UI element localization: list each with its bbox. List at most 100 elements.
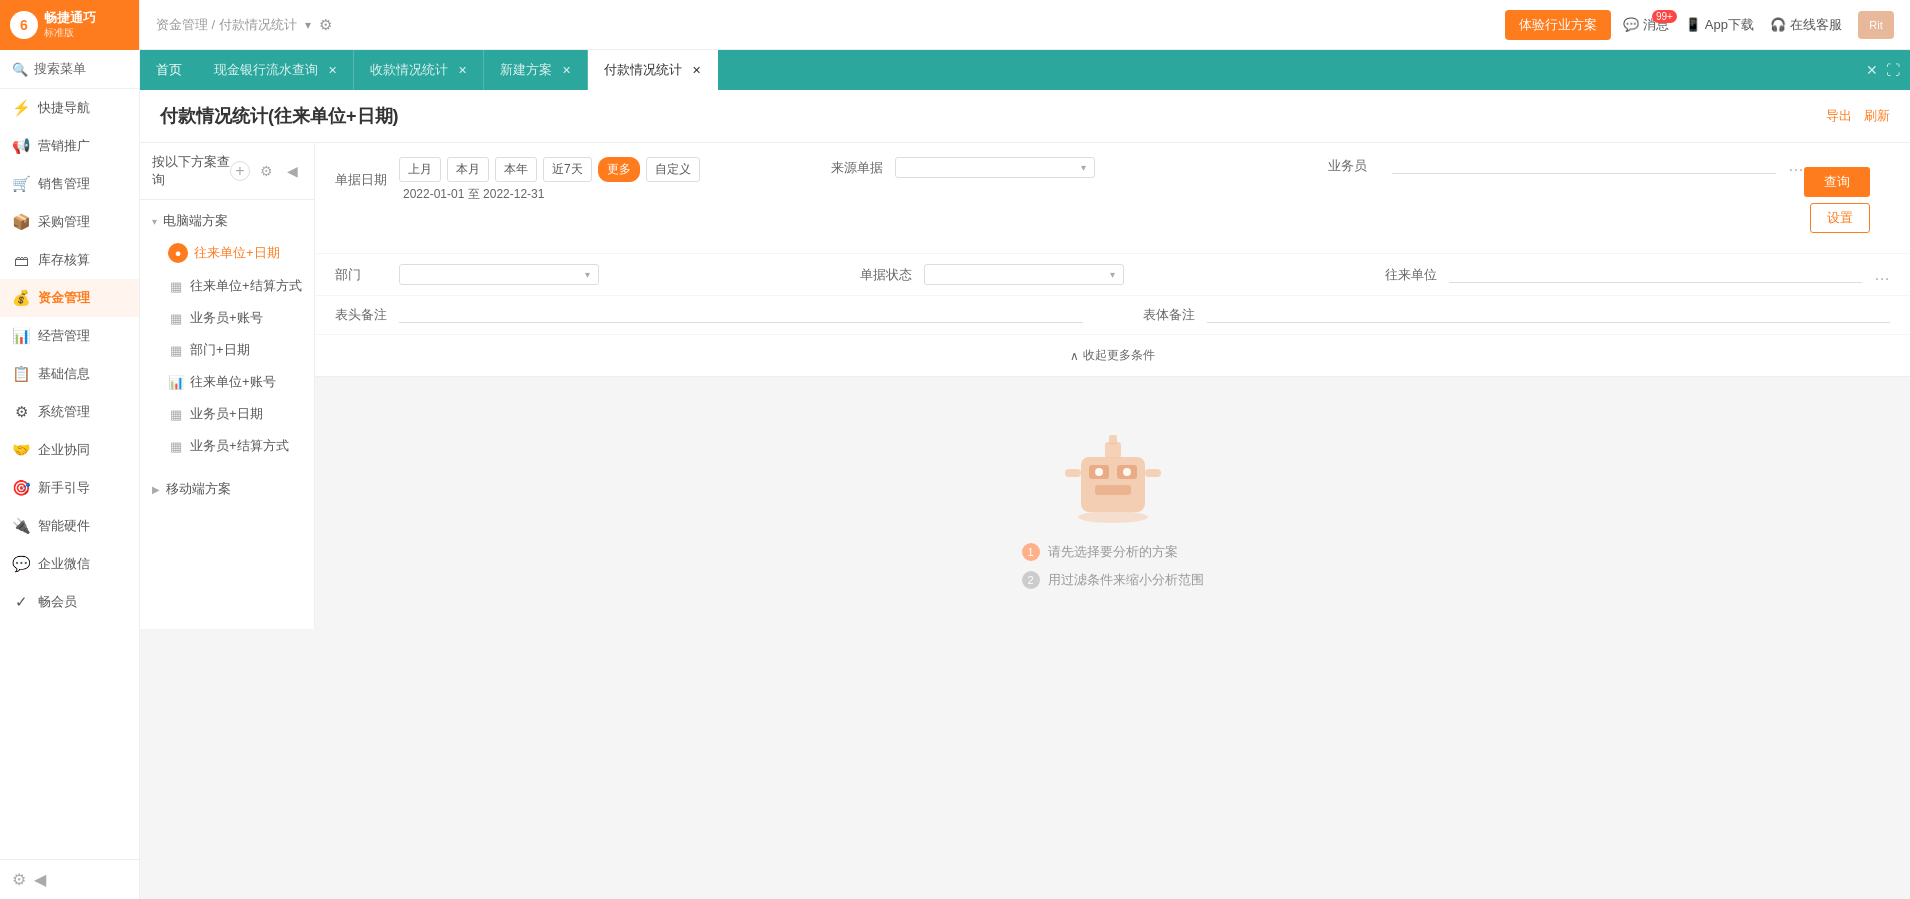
filter-source-select[interactable]: ▾ bbox=[895, 157, 1095, 178]
date-btn-custom[interactable]: 自定义 bbox=[646, 157, 700, 182]
query-btn[interactable]: 查询 bbox=[1804, 167, 1870, 197]
operation-icon: 📊 bbox=[12, 327, 30, 345]
scheme-collapse-icon[interactable]: ◀ bbox=[282, 161, 302, 181]
scheme-table-icon-2: ▦ bbox=[168, 310, 184, 326]
tab-close-bank-flow[interactable]: ✕ bbox=[328, 64, 337, 77]
scheme-desktop-header[interactable]: ▾ 电脑端方案 bbox=[140, 206, 314, 236]
tab-close-receipt-stat[interactable]: ✕ bbox=[458, 64, 467, 77]
scheme-item-partner-date[interactable]: ● 往来单位+日期 bbox=[140, 236, 314, 270]
scheme-panel-actions: + ⚙ ◀ bbox=[230, 161, 302, 181]
sidebar-item-wechat[interactable]: 💬 企业微信 bbox=[0, 545, 139, 583]
filter-body-note-input[interactable] bbox=[1207, 307, 1891, 322]
collab-icon: 🤝 bbox=[12, 441, 30, 459]
topbar-left: 资金管理 / 付款情况统计 ▾ ⚙ bbox=[156, 16, 1493, 34]
topbar-dropdown-icon[interactable]: ▾ bbox=[305, 18, 311, 32]
svg-point-6 bbox=[1123, 468, 1131, 476]
source-dropdown-icon: ▾ bbox=[1081, 162, 1086, 173]
scheme-settings-icon[interactable]: ⚙ bbox=[256, 161, 276, 181]
filter-staff-input[interactable] bbox=[1392, 158, 1776, 173]
settings-footer-icon[interactable]: ⚙ bbox=[12, 870, 26, 889]
topbar-app-download[interactable]: 📱 App下载 bbox=[1685, 16, 1754, 34]
date-btn-this-month[interactable]: 本月 bbox=[447, 157, 489, 182]
sidebar-item-marketing[interactable]: 📢 营销推广 bbox=[0, 127, 139, 165]
date-btn-last-month[interactable]: 上月 bbox=[399, 157, 441, 182]
tab-receipt-stat[interactable]: 收款情况统计 ✕ bbox=[354, 50, 484, 90]
filter-dept-select[interactable]: ▾ bbox=[399, 264, 599, 285]
svg-rect-8 bbox=[1109, 435, 1117, 445]
message-badge: 99+ bbox=[1652, 10, 1677, 23]
filter-doc-status-label: 单据状态 bbox=[860, 266, 916, 284]
scheme-mobile-header[interactable]: ▶ 移动端方案 bbox=[140, 474, 314, 504]
sidebar-item-capital[interactable]: 💰 资金管理 bbox=[0, 279, 139, 317]
filter-body-note-label: 表体备注 bbox=[1143, 306, 1199, 324]
guide-icon: 🎯 bbox=[12, 479, 30, 497]
scheme-table-icon-6: ▦ bbox=[168, 438, 184, 454]
tab-payment-stat[interactable]: 付款情况统计 ✕ bbox=[588, 50, 718, 90]
page-header-actions: 导出 刷新 bbox=[1826, 107, 1890, 125]
partner-ellipsis[interactable]: … bbox=[1874, 266, 1890, 284]
scheme-add-icon[interactable]: + bbox=[230, 161, 250, 181]
filter-area: 单据日期 上月 本月 本年 近7天 更多 自定义 20 bbox=[315, 143, 1910, 335]
tab-close-new-scheme[interactable]: ✕ bbox=[562, 64, 571, 77]
date-btn-this-year[interactable]: 本年 bbox=[495, 157, 537, 182]
tab-expand-icon[interactable]: ⛶ bbox=[1886, 62, 1900, 78]
scheme-item-staff-settle[interactable]: ▦ 业务员+结算方式 bbox=[140, 430, 314, 462]
staff-ellipsis[interactable]: … bbox=[1788, 157, 1804, 175]
filter-row-2: 部门 ▾ 单据状态 ▾ bbox=[315, 254, 1910, 296]
sidebar-item-vip[interactable]: ✓ 畅会员 bbox=[0, 583, 139, 621]
tab-close-all-icon[interactable]: ✕ bbox=[1866, 62, 1878, 78]
sidebar-item-quick-nav[interactable]: ⚡ 快捷导航 bbox=[0, 89, 139, 127]
setting-btn[interactable]: 设置 bbox=[1810, 203, 1870, 233]
filter-partner-label: 往来单位 bbox=[1385, 266, 1441, 284]
sidebar-item-guide[interactable]: 🎯 新手引导 bbox=[0, 469, 139, 507]
scheme-panel: 按以下方案查询 + ⚙ ◀ ▾ 电脑端方案 ● 往来单位+日期 bbox=[140, 143, 315, 629]
scheme-panel-header: 按以下方案查询 + ⚙ ◀ bbox=[140, 143, 314, 200]
scheme-chart-icon: 📊 bbox=[168, 374, 184, 390]
export-btn[interactable]: 导出 bbox=[1826, 107, 1852, 125]
tab-close-payment-stat[interactable]: ✕ bbox=[692, 64, 701, 77]
scheme-item-partner-settle[interactable]: ▦ 往来单位+结算方式 bbox=[140, 270, 314, 302]
search-menu[interactable]: 🔍 搜索菜单 bbox=[0, 50, 139, 89]
topbar-online-service[interactable]: 🎧 在线客服 bbox=[1770, 16, 1842, 34]
sidebar-item-inventory[interactable]: 🗃 库存核算 bbox=[0, 241, 139, 279]
page-title: 付款情况统计(往来单位+日期) bbox=[160, 104, 399, 128]
topbar-gear-icon[interactable]: ⚙ bbox=[319, 16, 332, 34]
sidebar: 6 畅捷通巧 标准版 🔍 搜索菜单 ⚡ 快捷导航 📢 营销推广 🛒 销售管理 📦… bbox=[0, 0, 140, 899]
scheme-item-staff-date[interactable]: ▦ 业务员+日期 bbox=[140, 398, 314, 430]
refresh-btn[interactable]: 刷新 bbox=[1864, 107, 1890, 125]
tab-new-scheme[interactable]: 新建方案 ✕ bbox=[484, 50, 588, 90]
filter-header-note-input[interactable] bbox=[399, 307, 1083, 322]
filter-header-note-col: 表头备注 bbox=[335, 306, 1083, 324]
date-btn-7days[interactable]: 近7天 bbox=[543, 157, 592, 182]
sidebar-item-sales[interactable]: 🛒 销售管理 bbox=[0, 165, 139, 203]
collapse-conditions-btn[interactable]: ∧ 收起更多条件 bbox=[1058, 343, 1167, 368]
scheme-item-dept-date[interactable]: ▦ 部门+日期 bbox=[140, 334, 314, 366]
filter-doc-status-select[interactable]: ▾ bbox=[924, 264, 1124, 285]
trial-btn[interactable]: 体验行业方案 bbox=[1505, 10, 1611, 40]
filter-date-col: 单据日期 上月 本月 本年 近7天 更多 自定义 20 bbox=[335, 157, 811, 203]
filter-partner-input[interactable] bbox=[1449, 267, 1862, 282]
tab-bank-flow[interactable]: 现金银行流水查询 ✕ bbox=[198, 50, 354, 90]
scheme-item-partner-account[interactable]: 📊 往来单位+账号 bbox=[140, 366, 314, 398]
sidebar-item-system[interactable]: ⚙ 系统管理 bbox=[0, 393, 139, 431]
topbar-breadcrumb: 资金管理 / 付款情况统计 bbox=[156, 16, 297, 34]
sidebar-item-operation[interactable]: 📊 经营管理 bbox=[0, 317, 139, 355]
app-subtitle: 标准版 bbox=[44, 26, 96, 40]
filter-dept-label: 部门 bbox=[335, 266, 391, 284]
tab-home[interactable]: 首页 bbox=[140, 50, 198, 90]
scheme-item-staff-account[interactable]: ▦ 业务员+账号 bbox=[140, 302, 314, 334]
empty-state-area: 1 请先选择要分析的方案 2 用过滤条件来缩小分析范围 bbox=[315, 377, 1910, 629]
topbar-message[interactable]: 💬 消息 99+ bbox=[1623, 16, 1669, 34]
hardware-icon: 🔌 bbox=[12, 517, 30, 535]
date-btn-more[interactable]: 更多 bbox=[598, 157, 640, 182]
user-avatar[interactable]: Rit bbox=[1858, 11, 1894, 39]
sidebar-item-hardware[interactable]: 🔌 智能硬件 bbox=[0, 507, 139, 545]
sidebar-item-collab[interactable]: 🤝 企业协同 bbox=[0, 431, 139, 469]
doc-status-dropdown-icon: ▾ bbox=[1110, 269, 1115, 280]
sidebar-item-basic[interactable]: 📋 基础信息 bbox=[0, 355, 139, 393]
app-logo: 6 bbox=[10, 11, 38, 39]
date-range-display: 2022-01-01 至 2022-12-31 bbox=[403, 186, 700, 203]
page-header: 付款情况统计(往来单位+日期) 导出 刷新 bbox=[140, 90, 1910, 143]
sidebar-item-purchase[interactable]: 📦 采购管理 bbox=[0, 203, 139, 241]
collapse-sidebar-icon[interactable]: ◀ bbox=[34, 870, 46, 889]
